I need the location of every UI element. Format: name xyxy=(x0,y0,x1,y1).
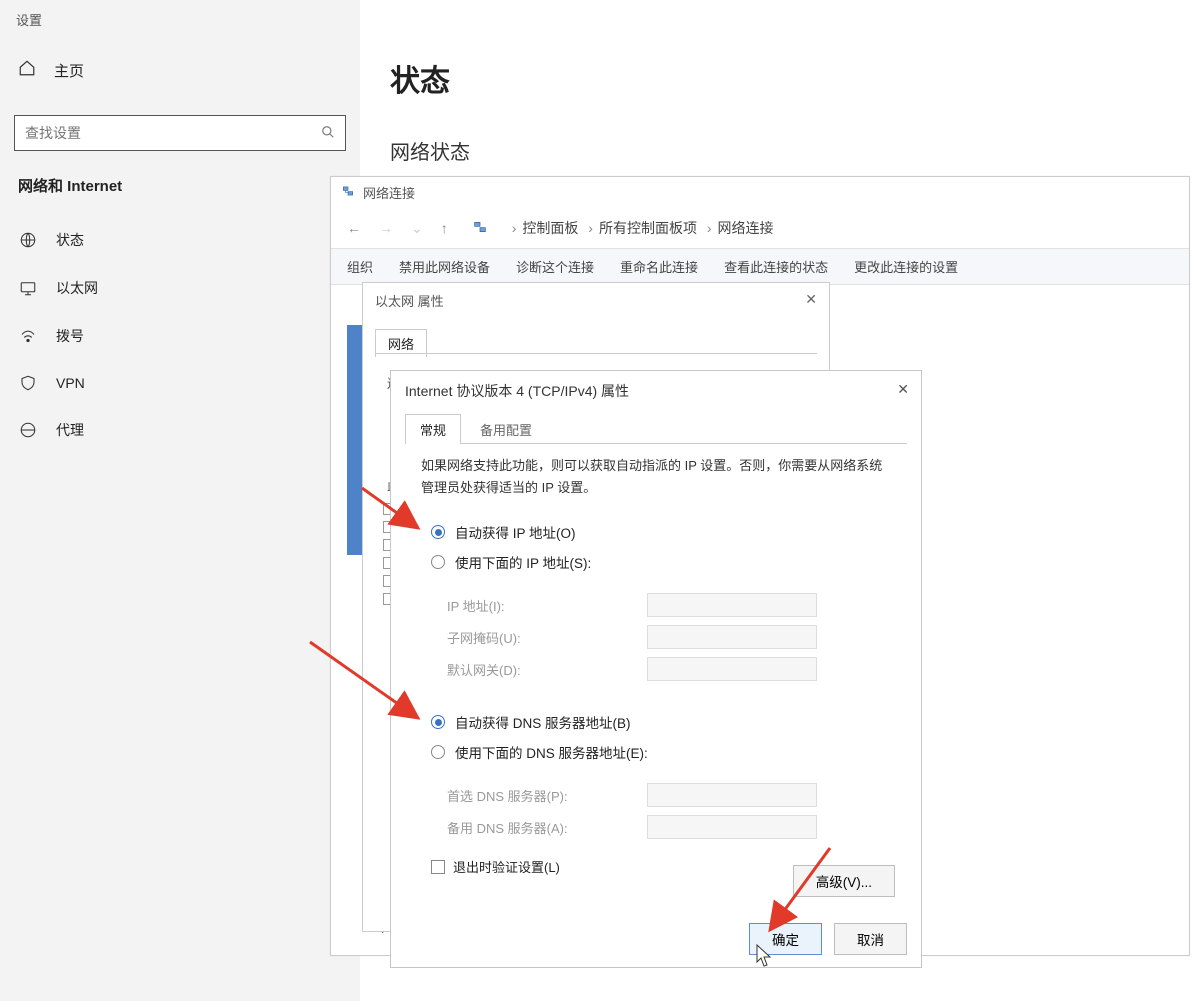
ip-radio-group: 自动获得 IP 地址(O) 使用下面的 IP 地址(S): xyxy=(431,517,895,577)
ipv4-tabs: 常规 备用配置 xyxy=(405,413,907,444)
radio-manual-ip[interactable]: 使用下面的 IP 地址(S): xyxy=(431,547,895,577)
radio-auto-dns[interactable]: 自动获得 DNS 服务器地址(B) xyxy=(431,707,895,737)
radio-label: 自动获得 DNS 服务器地址(B) xyxy=(455,712,631,732)
settings-title: 设置 xyxy=(0,8,360,33)
search-box[interactable] xyxy=(14,115,346,151)
preferred-dns-row: 首选 DNS 服务器(P): xyxy=(447,779,895,811)
toolbar-rename[interactable]: 重命名此连接 xyxy=(620,257,698,276)
status-icon xyxy=(18,231,38,249)
search-input[interactable] xyxy=(15,125,311,141)
sidebar-item-label: 状态 xyxy=(56,230,84,250)
sidebar-home[interactable]: 主页 xyxy=(0,33,360,107)
ip-address-row: IP 地址(I): xyxy=(447,589,895,621)
settings-sidebar: 设置 主页 网络和 Internet 状态 以太网 xyxy=(0,0,360,1001)
ip-address-label: IP 地址(I): xyxy=(447,596,647,615)
radio-label: 使用下面的 DNS 服务器地址(E): xyxy=(455,742,648,762)
tab-general[interactable]: 常规 xyxy=(405,414,461,444)
alternate-dns-row: 备用 DNS 服务器(A): xyxy=(447,811,895,843)
gateway-input xyxy=(647,657,817,681)
breadcrumb-icon xyxy=(472,219,488,238)
subnet-row: 子网掩码(U): xyxy=(447,621,895,653)
checkbox-icon xyxy=(431,860,445,874)
toolbar-disable[interactable]: 禁用此网络设备 xyxy=(399,257,490,276)
gateway-label: 默认网关(D): xyxy=(447,660,647,679)
toolbar-organize[interactable]: 组织 xyxy=(347,257,373,276)
group-label: 网络和 Internet xyxy=(0,165,360,216)
sidebar-item-status[interactable]: 状态 xyxy=(0,216,360,264)
sidebar-item-label: VPN xyxy=(56,375,85,391)
ethernet-title: 以太网 属性 xyxy=(363,283,829,318)
ipv4-intro: 如果网络支持此功能，则可以获取自动指派的 IP 设置。否则，你需要从网络系统管理… xyxy=(417,455,895,517)
home-label: 主页 xyxy=(54,60,84,81)
subnet-label: 子网掩码(U): xyxy=(447,628,647,647)
dns-fields-group: 首选 DNS 服务器(P): 备用 DNS 服务器(A): xyxy=(447,779,895,843)
page-subtitle: 网络状态 xyxy=(390,136,1165,165)
sidebar-item-ethernet[interactable]: 以太网 xyxy=(0,264,360,312)
radio-label: 使用下面的 IP 地址(S): xyxy=(455,552,591,572)
ipv4-panel: 如果网络支持此功能，则可以获取自动指派的 IP 设置。否则，你需要从网络系统管理… xyxy=(405,441,907,909)
sidebar-item-proxy[interactable]: 代理 xyxy=(0,406,360,454)
proxy-icon xyxy=(18,421,38,439)
breadcrumb[interactable]: ›控制面板 ›所有控制面板项 ›网络连接 xyxy=(506,218,774,238)
cancel-button[interactable]: 取消 xyxy=(834,923,907,955)
radio-label: 自动获得 IP 地址(O) xyxy=(455,522,576,542)
network-icon xyxy=(341,184,355,201)
radio-manual-dns[interactable]: 使用下面的 DNS 服务器地址(E): xyxy=(431,737,895,767)
sidebar-item-label: 以太网 xyxy=(56,278,98,298)
subnet-input xyxy=(647,625,817,649)
toolbar: 组织 禁用此网络设备 诊断这个连接 重命名此连接 查看此连接的状态 更改此连接的… xyxy=(331,248,1189,285)
toolbar-changesettings[interactable]: 更改此连接的设置 xyxy=(854,257,958,276)
up-button[interactable]: ↑ xyxy=(441,220,448,236)
radio-icon xyxy=(431,555,445,569)
radio-icon xyxy=(431,525,445,539)
dialup-icon xyxy=(18,327,38,345)
titlebar[interactable]: 网络连接 xyxy=(331,177,1189,208)
gateway-row: 默认网关(D): xyxy=(447,653,895,685)
alternate-dns-label: 备用 DNS 服务器(A): xyxy=(447,818,647,837)
ipv4-title: Internet 协议版本 4 (TCP/IPv4) 属性 xyxy=(391,371,921,411)
ip-address-input xyxy=(647,593,817,617)
validate-label: 退出时验证设置(L) xyxy=(453,857,560,876)
sidebar-item-label: 代理 xyxy=(56,420,84,440)
recent-dropdown[interactable]: ⌄ xyxy=(411,220,423,237)
navbar: ← → ⌄ ↑ ›控制面板 ›所有控制面板项 ›网络连接 xyxy=(331,208,1189,248)
toolbar-viewstatus[interactable]: 查看此连接的状态 xyxy=(724,257,828,276)
sidebar-item-vpn[interactable]: VPN xyxy=(0,360,360,406)
radio-icon xyxy=(431,715,445,729)
sidebar-item-label: 拨号 xyxy=(56,326,84,346)
ethernet-icon xyxy=(18,279,38,297)
search-icon xyxy=(311,125,345,142)
vpn-icon xyxy=(18,374,38,392)
alternate-dns-input xyxy=(647,815,817,839)
preferred-dns-input xyxy=(647,783,817,807)
forward-button[interactable]: → xyxy=(379,220,393,236)
sidebar-item-dialup[interactable]: 拨号 xyxy=(0,312,360,360)
close-icon[interactable]: ✕ xyxy=(897,381,909,398)
tab-alternate[interactable]: 备用配置 xyxy=(465,414,547,444)
toolbar-diagnose[interactable]: 诊断这个连接 xyxy=(516,257,594,276)
advanced-button[interactable]: 高级(V)... xyxy=(793,865,895,897)
cursor-icon xyxy=(756,944,774,968)
home-icon xyxy=(18,59,36,81)
ip-fields-group: IP 地址(I): 子网掩码(U): 默认网关(D): xyxy=(447,589,895,685)
dns-radio-group: 自动获得 DNS 服务器地址(B) 使用下面的 DNS 服务器地址(E): xyxy=(431,707,895,767)
radio-auto-ip[interactable]: 自动获得 IP 地址(O) xyxy=(431,517,895,547)
window-title: 网络连接 xyxy=(363,183,415,202)
close-icon[interactable]: ✕ xyxy=(805,291,817,308)
back-button[interactable]: ← xyxy=(347,220,361,236)
radio-icon xyxy=(431,745,445,759)
page-title: 状态 xyxy=(390,56,1165,100)
ipv4-properties-window[interactable]: Internet 协议版本 4 (TCP/IPv4) 属性 ✕ 常规 备用配置 … xyxy=(390,370,922,968)
preferred-dns-label: 首选 DNS 服务器(P): xyxy=(447,786,647,805)
